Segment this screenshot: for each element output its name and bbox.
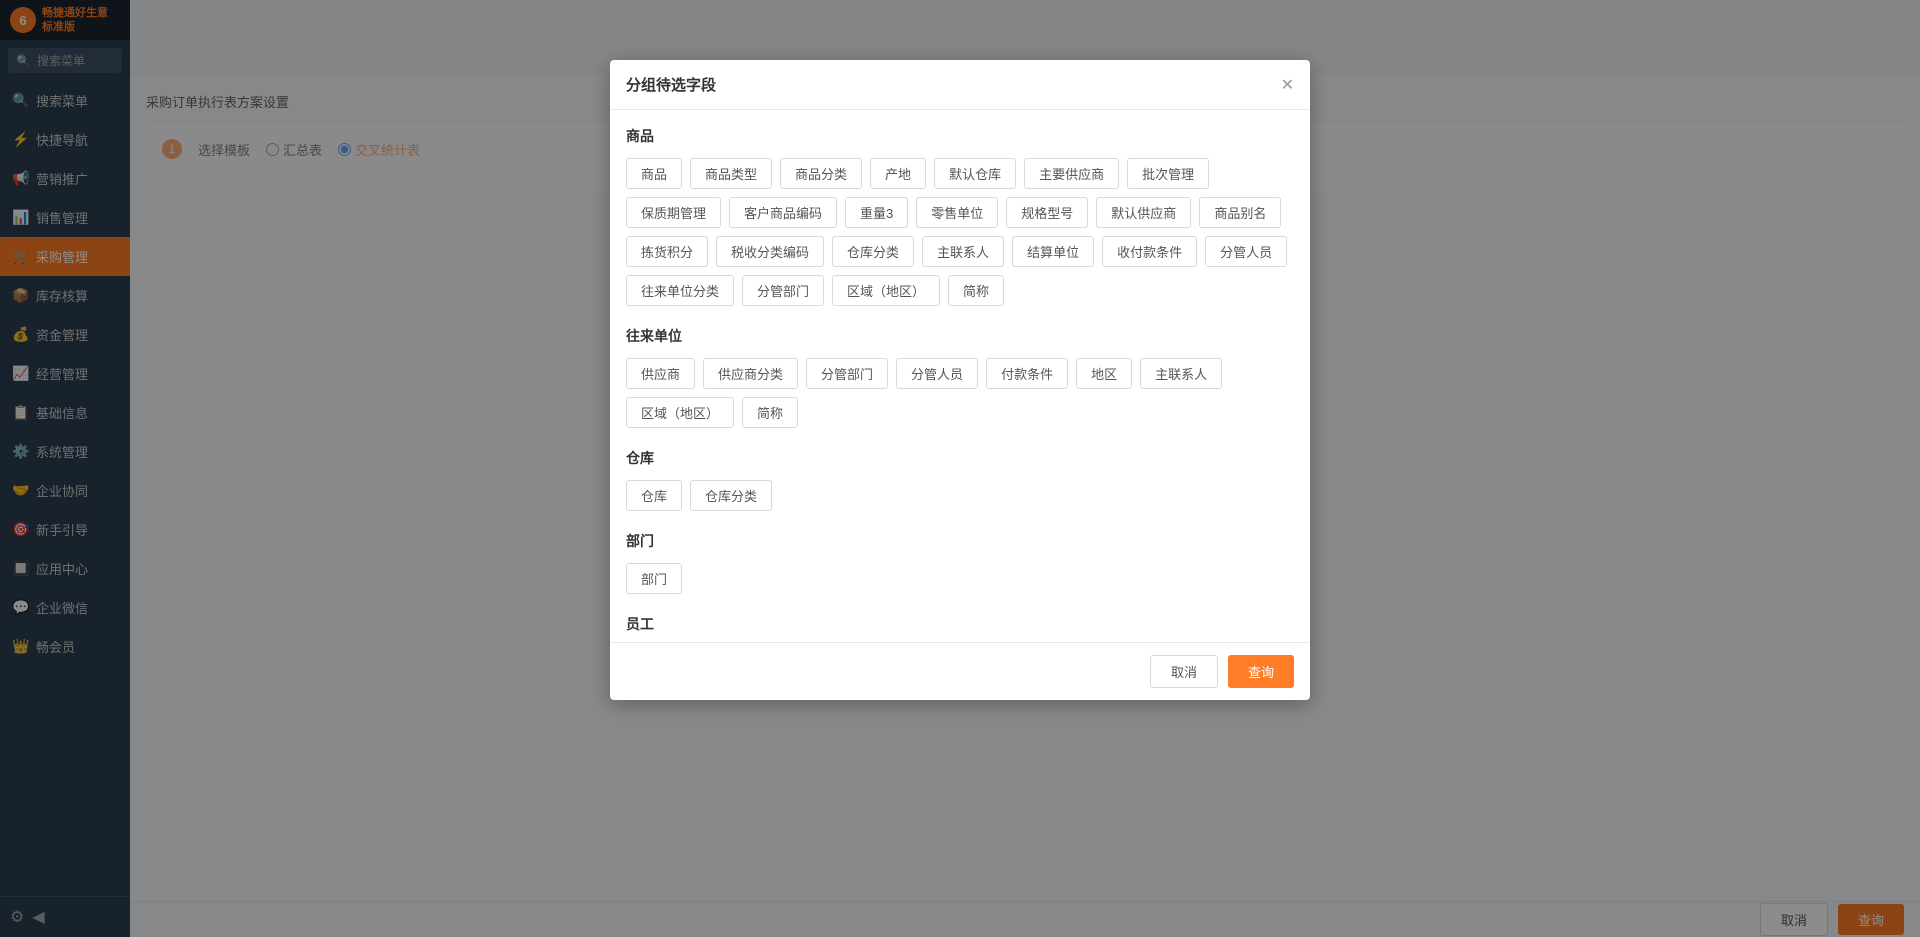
field-tag[interactable]: 商品: [626, 158, 682, 189]
field-tag[interactable]: 往来单位分类: [626, 275, 734, 306]
field-tag[interactable]: 规格型号: [1006, 197, 1088, 228]
field-tag[interactable]: 付款条件: [986, 358, 1068, 389]
field-tag[interactable]: 税收分类编码: [716, 236, 824, 267]
modal-title: 分组待选字段: [626, 74, 716, 95]
field-tag[interactable]: 区域（地区）: [626, 397, 734, 428]
field-tag[interactable]: 主要供应商: [1024, 158, 1119, 189]
section-title-warehouse: 仓库: [626, 448, 1294, 468]
field-tag[interactable]: 分管人员: [896, 358, 978, 389]
field-tag[interactable]: 供应商分类: [703, 358, 798, 389]
field-tag[interactable]: 部门: [626, 563, 682, 594]
field-tag[interactable]: 客户商品编码: [729, 197, 837, 228]
modal-body[interactable]: 商品商品商品类型商品分类产地默认仓库主要供应商批次管理保质期管理客户商品编码重量…: [610, 110, 1310, 642]
field-tag[interactable]: 分管部门: [806, 358, 888, 389]
field-tags-counterpart: 供应商供应商分类分管部门分管人员付款条件地区主联系人区域（地区） 简称: [626, 358, 1294, 428]
modal-header: 分组待选字段 ✕: [610, 60, 1310, 110]
field-tag[interactable]: 默认供应商: [1096, 197, 1191, 228]
field-tags-department: 部门: [626, 563, 1294, 594]
section-title-employee: 员工: [626, 614, 1294, 634]
section-counterpart: 往来单位供应商供应商分类分管部门分管人员付款条件地区主联系人区域（地区） 简称: [626, 326, 1294, 428]
section-title-counterpart: 往来单位: [626, 326, 1294, 346]
field-tag[interactable]: 仓库分类: [690, 480, 772, 511]
section-employee: 员工业务员: [626, 614, 1294, 642]
field-tag[interactable]: 商品别名: [1199, 197, 1281, 228]
field-tags-goods: 商品商品类型商品分类产地默认仓库主要供应商批次管理保质期管理客户商品编码重量3 零…: [626, 158, 1294, 306]
section-warehouse: 仓库仓库仓库分类: [626, 448, 1294, 511]
section-title-goods: 商品: [626, 126, 1294, 146]
field-tags-warehouse: 仓库仓库分类: [626, 480, 1294, 511]
field-tag[interactable]: 分管人员: [1205, 236, 1287, 267]
field-tag[interactable]: 仓库分类: [832, 236, 914, 267]
field-tag[interactable]: 主联系人: [1140, 358, 1222, 389]
field-tag[interactable]: 仓库: [626, 480, 682, 511]
section-goods: 商品商品商品类型商品分类产地默认仓库主要供应商批次管理保质期管理客户商品编码重量…: [626, 126, 1294, 306]
field-tag[interactable]: 重量3: [845, 197, 908, 228]
section-department: 部门部门: [626, 531, 1294, 594]
field-tag[interactable]: 简称: [742, 397, 798, 428]
field-tag[interactable]: 商品分类: [780, 158, 862, 189]
section-title-department: 部门: [626, 531, 1294, 551]
field-tag[interactable]: 区域（地区）: [832, 275, 940, 306]
field-tag[interactable]: 默认仓库: [934, 158, 1016, 189]
cancel-button[interactable]: 取消: [1150, 655, 1218, 688]
modal-footer: 取消 查询: [610, 642, 1310, 700]
field-tag[interactable]: 产地: [870, 158, 926, 189]
modal-sections: 商品商品商品类型商品分类产地默认仓库主要供应商批次管理保质期管理客户商品编码重量…: [626, 126, 1294, 642]
field-tag[interactable]: 零售单位: [916, 197, 998, 228]
field-tag[interactable]: 供应商: [626, 358, 695, 389]
field-tag[interactable]: 批次管理: [1127, 158, 1209, 189]
field-tag[interactable]: 分管部门: [742, 275, 824, 306]
modal-close-icon[interactable]: ✕: [1281, 75, 1294, 95]
field-tag[interactable]: 保质期管理: [626, 197, 721, 228]
field-tag[interactable]: 主联系人: [922, 236, 1004, 267]
field-tag[interactable]: 简称: [948, 275, 1004, 306]
modal-overlay: 分组待选字段 ✕ 商品商品商品类型商品分类产地默认仓库主要供应商批次管理保质期管…: [0, 0, 1920, 937]
field-tag[interactable]: 商品类型: [690, 158, 772, 189]
field-tag[interactable]: 结算单位: [1012, 236, 1094, 267]
field-tag[interactable]: 收付款条件: [1102, 236, 1197, 267]
field-select-modal: 分组待选字段 ✕ 商品商品商品类型商品分类产地默认仓库主要供应商批次管理保质期管…: [610, 60, 1310, 700]
field-tag[interactable]: 拣货积分: [626, 236, 708, 267]
field-tag[interactable]: 地区: [1076, 358, 1132, 389]
confirm-button[interactable]: 查询: [1228, 655, 1294, 688]
